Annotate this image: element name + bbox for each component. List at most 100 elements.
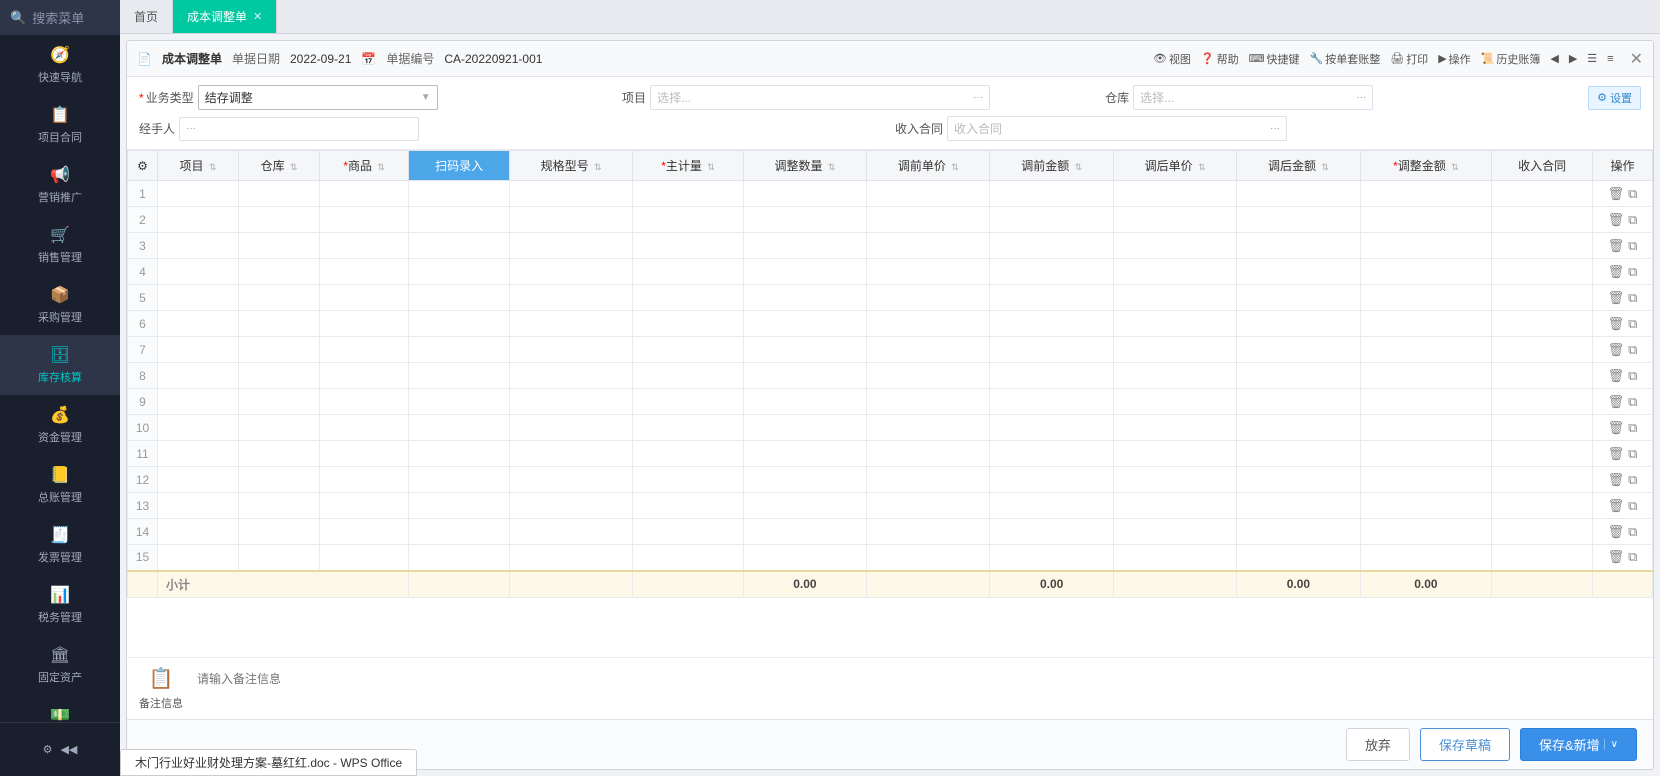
cell-adjust-amount-13[interactable]: [1360, 493, 1492, 519]
cell-adjust-amount-9[interactable]: [1360, 389, 1492, 415]
cell-warehouse-2[interactable]: [239, 207, 320, 233]
cell-product-8[interactable]: [320, 363, 409, 389]
cell-after-amount-5[interactable]: [1237, 285, 1360, 311]
cell-after-price-1[interactable]: [1113, 181, 1236, 207]
cell-before-price-9[interactable]: [867, 389, 990, 415]
cell-before-price-10[interactable]: [867, 415, 990, 441]
copy-row-7-btn[interactable]: ⧉: [1628, 342, 1637, 358]
cell-warehouse-10[interactable]: [239, 415, 320, 441]
cell-after-price-2[interactable]: [1113, 207, 1236, 233]
cell-project-8[interactable]: [158, 363, 239, 389]
cell-after-price-7[interactable]: [1113, 337, 1236, 363]
sidebar-item-sales-mgmt[interactable]: 🛒 销售管理: [0, 215, 120, 275]
cell-spec-12[interactable]: [509, 467, 632, 493]
cell-adjust-amount-6[interactable]: [1360, 311, 1492, 337]
cell-product-7[interactable]: [320, 337, 409, 363]
cell-scan-1[interactable]: [409, 181, 510, 207]
cell-after-amount-11[interactable]: [1237, 441, 1360, 467]
cell-before-price-3[interactable]: [867, 233, 990, 259]
cell-before-amount-11[interactable]: [990, 441, 1113, 467]
cell-income-contract-7[interactable]: [1492, 337, 1593, 363]
copy-row-11-btn[interactable]: ⧉: [1628, 446, 1637, 462]
cell-warehouse-4[interactable]: [239, 259, 320, 285]
delete-row-13-btn[interactable]: 🗑: [1608, 498, 1625, 514]
cell-product-10[interactable]: [320, 415, 409, 441]
cell-before-price-11[interactable]: [867, 441, 990, 467]
cell-spec-5[interactable]: [509, 285, 632, 311]
delete-row-10-btn[interactable]: 🗑: [1608, 420, 1625, 436]
copy-row-14-btn[interactable]: ⧉: [1628, 524, 1637, 540]
cell-spec-14[interactable]: [509, 519, 632, 545]
delete-row-3-btn[interactable]: 🗑: [1608, 238, 1625, 254]
copy-row-13-btn[interactable]: ⧉: [1628, 498, 1637, 514]
business-type-input[interactable]: 结存调整 ▼: [198, 85, 438, 110]
cell-after-amount-13[interactable]: [1237, 493, 1360, 519]
cell-project-12[interactable]: [158, 467, 239, 493]
cell-product-11[interactable]: [320, 441, 409, 467]
ops-action[interactable]: ▶ 操作: [1438, 51, 1470, 67]
list-view-action[interactable]: ☰: [1587, 52, 1597, 65]
cell-warehouse-9[interactable]: [239, 389, 320, 415]
copy-row-6-btn[interactable]: ⧉: [1628, 316, 1637, 332]
cell-before-price-2[interactable]: [867, 207, 990, 233]
cell-unit-2[interactable]: [633, 207, 743, 233]
cell-adjust-qty-2[interactable]: [743, 207, 866, 233]
cell-project-6[interactable]: [158, 311, 239, 337]
copy-row-4-btn[interactable]: ⧉: [1628, 264, 1637, 280]
cell-before-amount-10[interactable]: [990, 415, 1113, 441]
sidebar-item-capital-mgmt[interactable]: 💰 资金管理: [0, 395, 120, 455]
cell-before-amount-7[interactable]: [990, 337, 1113, 363]
cell-scan-6[interactable]: [409, 311, 510, 337]
settings-button[interactable]: ⚙ 设置: [1588, 86, 1641, 110]
detail-view-action[interactable]: ≡: [1607, 53, 1613, 65]
cell-before-amount-3[interactable]: [990, 233, 1113, 259]
cell-income-contract-8[interactable]: [1492, 363, 1593, 389]
cell-unit-1[interactable]: [633, 181, 743, 207]
cell-spec-4[interactable]: [509, 259, 632, 285]
cell-unit-3[interactable]: [633, 233, 743, 259]
cell-before-amount-5[interactable]: [990, 285, 1113, 311]
delete-row-14-btn[interactable]: 🗑: [1608, 524, 1625, 540]
delete-row-1-btn[interactable]: 🗑: [1608, 186, 1625, 202]
cell-unit-10[interactable]: [633, 415, 743, 441]
cell-before-price-1[interactable]: [867, 181, 990, 207]
sidebar-settings[interactable]: ⚙ ◀◀: [0, 733, 120, 766]
copy-row-1-btn[interactable]: ⧉: [1628, 186, 1637, 202]
sidebar-item-project-contract[interactable]: 📋 项目合同: [0, 95, 120, 155]
cell-income-contract-3[interactable]: [1492, 233, 1593, 259]
cell-income-contract-14[interactable]: [1492, 519, 1593, 545]
cell-scan-3[interactable]: [409, 233, 510, 259]
cell-before-price-12[interactable]: [867, 467, 990, 493]
cell-after-price-15[interactable]: [1113, 545, 1236, 571]
cell-unit-4[interactable]: [633, 259, 743, 285]
cell-before-price-8[interactable]: [867, 363, 990, 389]
cell-adjust-amount-14[interactable]: [1360, 519, 1492, 545]
cell-before-price-14[interactable]: [867, 519, 990, 545]
delete-row-12-btn[interactable]: 🗑: [1608, 472, 1625, 488]
sidebar-item-purchase-mgmt[interactable]: 📦 采购管理: [0, 275, 120, 335]
cell-product-13[interactable]: [320, 493, 409, 519]
cell-warehouse-15[interactable]: [239, 545, 320, 571]
cell-adjust-amount-11[interactable]: [1360, 441, 1492, 467]
cell-warehouse-13[interactable]: [239, 493, 320, 519]
cell-before-amount-1[interactable]: [990, 181, 1113, 207]
cell-before-amount-9[interactable]: [990, 389, 1113, 415]
cell-income-contract-9[interactable]: [1492, 389, 1593, 415]
cell-spec-13[interactable]: [509, 493, 632, 519]
cell-after-price-3[interactable]: [1113, 233, 1236, 259]
sidebar-search[interactable]: 🔍 搜索菜单: [0, 0, 120, 35]
cell-project-4[interactable]: [158, 259, 239, 285]
cell-unit-13[interactable]: [633, 493, 743, 519]
copy-row-10-btn[interactable]: ⧉: [1628, 420, 1637, 436]
sidebar-item-payroll[interactable]: 💵 工资: [0, 695, 120, 722]
cell-product-5[interactable]: [320, 285, 409, 311]
cell-before-amount-4[interactable]: [990, 259, 1113, 285]
cell-adjust-qty-5[interactable]: [743, 285, 866, 311]
cell-product-14[interactable]: [320, 519, 409, 545]
cell-adjust-qty-10[interactable]: [743, 415, 866, 441]
cell-warehouse-12[interactable]: [239, 467, 320, 493]
cell-adjust-qty-9[interactable]: [743, 389, 866, 415]
cell-scan-8[interactable]: [409, 363, 510, 389]
history-action[interactable]: 📜 历史账簿: [1481, 51, 1541, 67]
cell-project-3[interactable]: [158, 233, 239, 259]
